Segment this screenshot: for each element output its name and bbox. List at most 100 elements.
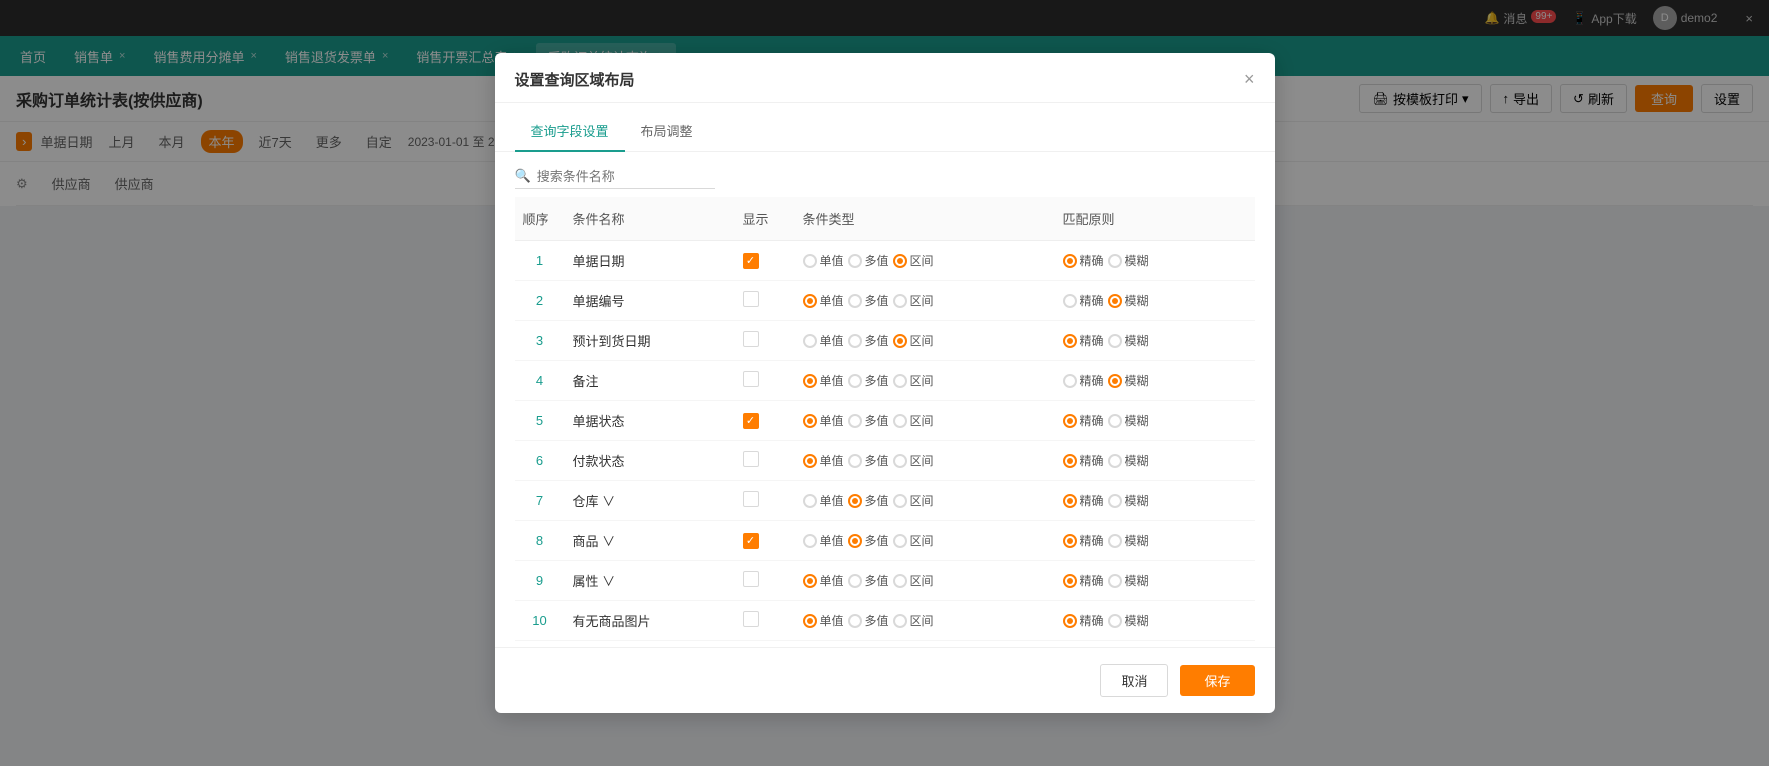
- match-radio-exact[interactable]: 精确: [1063, 492, 1104, 509]
- row-display[interactable]: [735, 248, 795, 273]
- display-checkbox[interactable]: [743, 413, 759, 429]
- row-display[interactable]: [735, 408, 795, 433]
- th-name: 条件名称: [565, 205, 735, 232]
- match-radio-exact[interactable]: 精确: [1063, 572, 1104, 589]
- type-radio-group: 单值 多值 区间: [803, 252, 1047, 269]
- type-radio-single[interactable]: 单值: [803, 252, 844, 269]
- match-radio-group: 精确 模糊: [1063, 452, 1247, 469]
- match-radio-exact[interactable]: 精确: [1063, 612, 1104, 629]
- type-radio-group: 单值 多值 区间: [803, 572, 1047, 589]
- type-radio-group: 单值 多值 区间: [803, 292, 1047, 309]
- match-radio-exact[interactable]: 精确: [1063, 332, 1104, 349]
- type-radio-multi[interactable]: 多值: [848, 412, 889, 429]
- type-radio-multi[interactable]: 多值: [848, 492, 889, 509]
- type-radio-single[interactable]: 单值: [803, 452, 844, 469]
- match-radio-exact[interactable]: 精确: [1063, 532, 1104, 549]
- type-radio-single[interactable]: 单值: [803, 332, 844, 349]
- modal-tabs: 查询字段设置 布局调整: [495, 103, 1275, 152]
- display-checkbox[interactable]: [743, 451, 759, 467]
- row-display[interactable]: [735, 487, 795, 514]
- type-radio-single[interactable]: 单值: [803, 572, 844, 589]
- type-radio-range[interactable]: 区间: [893, 292, 934, 309]
- radio-circle-single: [803, 414, 817, 428]
- match-radio-group: 精确 模糊: [1063, 612, 1247, 629]
- radio-circle-fuzzy: [1108, 294, 1122, 308]
- type-radio-single[interactable]: 单值: [803, 492, 844, 509]
- radio-circle-multi: [848, 254, 862, 268]
- search-input[interactable]: [537, 169, 697, 184]
- table-row: 4 备注 单值 多值: [515, 361, 1255, 401]
- row-type: 单值 多值 区间: [795, 528, 1055, 553]
- row-display[interactable]: [735, 287, 795, 314]
- match-radio-fuzzy[interactable]: 模糊: [1108, 252, 1149, 269]
- match-radio-group: 精确 模糊: [1063, 492, 1247, 509]
- display-checkbox[interactable]: [743, 533, 759, 549]
- display-checkbox[interactable]: [743, 331, 759, 347]
- save-button[interactable]: 保存: [1180, 665, 1254, 696]
- radio-circle-fuzzy: [1108, 574, 1122, 588]
- type-radio-range[interactable]: 区间: [893, 332, 934, 349]
- row-order: 8: [515, 529, 565, 552]
- type-radio-multi[interactable]: 多值: [848, 572, 889, 589]
- type-radio-range[interactable]: 区间: [893, 612, 934, 629]
- match-radio-exact[interactable]: 精确: [1063, 292, 1104, 309]
- row-display[interactable]: [735, 528, 795, 553]
- type-radio-range[interactable]: 区间: [893, 252, 934, 269]
- type-radio-multi[interactable]: 多值: [848, 292, 889, 309]
- display-checkbox[interactable]: [743, 253, 759, 269]
- display-checkbox[interactable]: [743, 491, 759, 507]
- display-checkbox[interactable]: [743, 571, 759, 587]
- type-radio-group: 单值 多值 区间: [803, 332, 1047, 349]
- match-radio-group: 精确 模糊: [1063, 572, 1247, 589]
- row-order: 7: [515, 489, 565, 512]
- match-radio-fuzzy[interactable]: 模糊: [1108, 412, 1149, 429]
- row-type: 单值 多值 区间: [795, 488, 1055, 513]
- display-checkbox[interactable]: [743, 611, 759, 627]
- radio-circle-range: [893, 254, 907, 268]
- type-radio-single[interactable]: 单值: [803, 292, 844, 309]
- type-radio-range[interactable]: 区间: [893, 452, 934, 469]
- match-radio-fuzzy[interactable]: 模糊: [1108, 612, 1149, 629]
- cancel-button[interactable]: 取消: [1100, 664, 1168, 697]
- type-radio-range[interactable]: 区间: [893, 492, 934, 509]
- tab-query-fields[interactable]: 查询字段设置: [515, 115, 625, 152]
- radio-circle-fuzzy: [1108, 254, 1122, 268]
- modal-close-button[interactable]: ×: [1244, 69, 1255, 90]
- table-row: 11 交货验收日期 单值 多值: [515, 641, 1255, 647]
- display-checkbox[interactable]: [743, 371, 759, 387]
- type-radio-multi[interactable]: 多值: [848, 332, 889, 349]
- match-radio-exact[interactable]: 精确: [1063, 412, 1104, 429]
- match-radio-fuzzy[interactable]: 模糊: [1108, 452, 1149, 469]
- match-radio-fuzzy[interactable]: 模糊: [1108, 332, 1149, 349]
- match-radio-fuzzy[interactable]: 模糊: [1108, 532, 1149, 549]
- type-radio-range[interactable]: 区间: [893, 532, 934, 549]
- type-radio-single[interactable]: 单值: [803, 532, 844, 549]
- row-display[interactable]: [735, 367, 795, 394]
- row-display[interactable]: [735, 447, 795, 474]
- type-radio-range[interactable]: 区间: [893, 412, 934, 429]
- type-radio-multi[interactable]: 多值: [848, 452, 889, 469]
- type-radio-multi[interactable]: 多值: [848, 612, 889, 629]
- match-radio-exact[interactable]: 精确: [1063, 452, 1104, 469]
- display-checkbox[interactable]: [743, 291, 759, 307]
- match-radio-fuzzy[interactable]: 模糊: [1108, 492, 1149, 509]
- tab-layout[interactable]: 布局调整: [625, 115, 709, 152]
- type-radio-multi[interactable]: 多值: [848, 372, 889, 389]
- row-display[interactable]: [735, 607, 795, 634]
- match-radio-exact[interactable]: 精确: [1063, 252, 1104, 269]
- match-radio-fuzzy[interactable]: 模糊: [1108, 292, 1149, 309]
- type-radio-multi[interactable]: 多值: [848, 252, 889, 269]
- type-radio-multi[interactable]: 多值: [848, 532, 889, 549]
- match-radio-fuzzy[interactable]: 模糊: [1108, 372, 1149, 389]
- type-radio-single[interactable]: 单值: [803, 612, 844, 629]
- match-radio-fuzzy[interactable]: 模糊: [1108, 572, 1149, 589]
- type-radio-range[interactable]: 区间: [893, 572, 934, 589]
- radio-circle-multi: [848, 334, 862, 348]
- row-match: 精确 模糊: [1055, 488, 1255, 513]
- row-display[interactable]: [735, 567, 795, 594]
- type-radio-single[interactable]: 单值: [803, 412, 844, 429]
- match-radio-exact[interactable]: 精确: [1063, 372, 1104, 389]
- type-radio-range[interactable]: 区间: [893, 372, 934, 389]
- type-radio-single[interactable]: 单值: [803, 372, 844, 389]
- row-display[interactable]: [735, 327, 795, 354]
